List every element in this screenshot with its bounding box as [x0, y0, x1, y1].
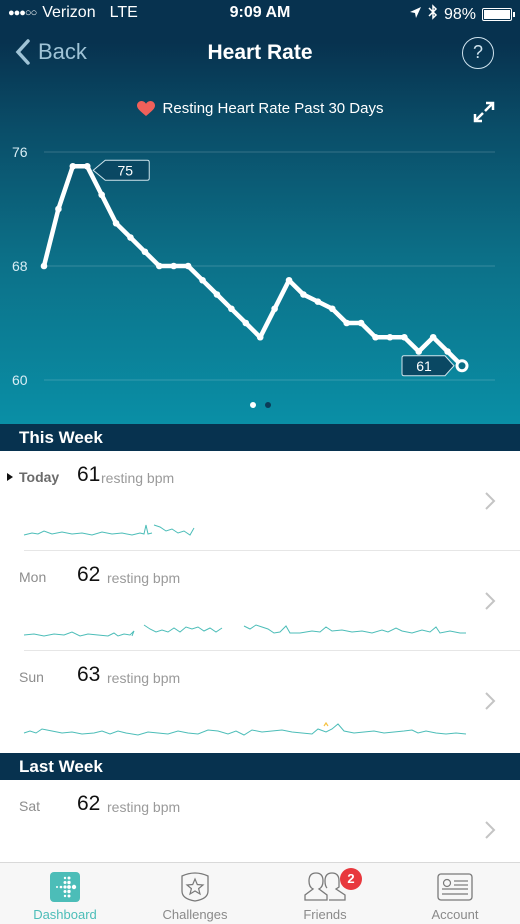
data-point: [55, 205, 62, 213]
day-label: Today: [19, 469, 60, 485]
day-label: Sun: [19, 669, 44, 685]
data-point: [401, 333, 408, 341]
expand-icon[interactable]: [472, 100, 496, 124]
sparkline-sun: [23, 721, 467, 736]
data-point: [170, 262, 178, 270]
section-header-this-week: This Week: [0, 424, 520, 451]
data-point: [357, 319, 365, 327]
section-header-last-week: Last Week: [0, 753, 520, 780]
data-point: [271, 305, 278, 313]
bpm-unit: resting bpm: [107, 570, 181, 586]
status-bar: ●●●○○ Verizon LTE 9:09 AM 98%: [0, 0, 520, 28]
data-point: [372, 333, 379, 341]
data-point: [213, 291, 221, 298]
data-point: [199, 276, 206, 284]
friends-notification-badge: 2: [340, 868, 362, 890]
tab-label: Friends: [303, 907, 347, 922]
battery-icon: [482, 8, 515, 21]
day-row-today[interactable]: Today 61 resting bpm: [0, 451, 520, 551]
resting-hr-chart: 76 68 60 75 61: [12, 144, 495, 388]
tab-label: Account: [431, 907, 479, 922]
bluetooth-icon: [428, 4, 438, 25]
star-shield-icon: [181, 872, 209, 902]
day-label: Sat: [19, 798, 41, 814]
data-point: [83, 162, 91, 170]
data-point: [328, 305, 336, 313]
data-point: [415, 348, 423, 355]
chevron-right-icon: [485, 492, 496, 510]
chart-title-text: Resting Heart Rate Past 30 Days: [162, 100, 384, 117]
chart-hero: ●●●○○ Verizon LTE 9:09 AM 98% Back Heart…: [0, 0, 520, 424]
day-row-mon[interactable]: Mon 62 resting bpm: [0, 551, 520, 651]
chevron-right-icon: [485, 592, 496, 610]
page-dot-1[interactable]: [249, 402, 256, 408]
nav-bar: Back Heart Rate ?: [0, 28, 520, 78]
battery-percent: 98%: [443, 5, 476, 23]
data-point: [242, 319, 250, 327]
page-indicator[interactable]: [0, 402, 520, 408]
page-dot-2[interactable]: [264, 402, 271, 408]
bpm-value: 61: [77, 463, 101, 486]
data-point: [40, 262, 48, 270]
data-point: [228, 305, 235, 313]
annotation-label-latest: 61: [416, 358, 432, 374]
day-label: Mon: [19, 569, 47, 585]
data-point: [386, 333, 394, 341]
id-card-icon: [437, 873, 473, 901]
data-point: [429, 333, 437, 341]
chart-title: Resting Heart Rate Past 30 Days: [0, 100, 520, 117]
data-point: [300, 291, 307, 298]
help-button[interactable]: ?: [462, 37, 494, 69]
chevron-right-icon: [485, 692, 496, 710]
sparkline-mon: [23, 624, 466, 637]
data-point: [343, 319, 350, 327]
data-point: [127, 234, 134, 241]
data-point: [69, 162, 77, 170]
heart-icon: [136, 100, 155, 116]
data-point: [285, 276, 293, 284]
tab-bar: Dashboard Challenges Friends 2 Account: [0, 862, 520, 924]
y-tick-label: 60: [12, 372, 28, 388]
data-point: [184, 262, 192, 270]
bpm-value: 63: [77, 663, 101, 686]
tab-label: Challenges: [162, 907, 228, 922]
bpm-unit: resting bpm: [107, 670, 181, 686]
fitbit-dots-icon: [50, 872, 80, 902]
tab-account[interactable]: Account: [390, 863, 520, 924]
annotation-label-max: 75: [117, 162, 133, 178]
bpm-unit: resting bpm: [107, 799, 181, 815]
tab-label: Dashboard: [33, 907, 97, 922]
tab-dashboard[interactable]: Dashboard: [0, 863, 130, 924]
data-point: [98, 191, 105, 199]
y-tick-label: 68: [12, 258, 28, 274]
tab-friends[interactable]: Friends: [260, 863, 390, 924]
data-point-latest: [455, 359, 469, 373]
data-point: [444, 348, 451, 355]
data-point: [314, 298, 322, 305]
location-icon: [409, 6, 422, 24]
y-tick-label: 76: [12, 144, 28, 160]
page-title: Heart Rate: [207, 41, 313, 64]
data-point: [112, 219, 120, 227]
data-point: [156, 262, 163, 270]
bpm-value: 62: [77, 563, 101, 586]
data-point: [141, 248, 149, 256]
data-point: [256, 333, 264, 341]
sparkline-today: [23, 524, 195, 536]
bpm-value: 62: [77, 792, 101, 815]
bpm-unit: resting bpm: [101, 470, 175, 486]
selected-caret-icon: [7, 473, 13, 481]
day-row-sun[interactable]: Sun 63 resting bpm: [0, 651, 520, 751]
tab-challenges[interactable]: Challenges: [130, 863, 260, 924]
chevron-right-icon: [485, 821, 496, 839]
